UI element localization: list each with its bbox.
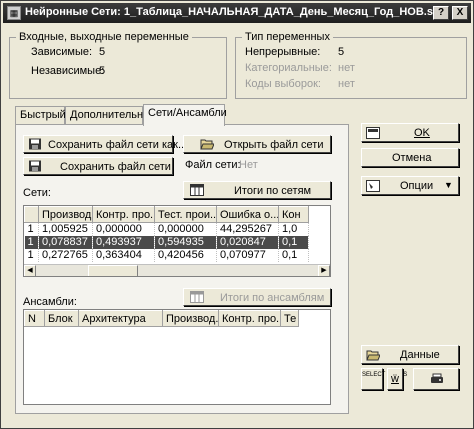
ensembles-summary-label: Итоги по ансамблям	[220, 292, 325, 304]
independent-value: 5	[99, 65, 106, 77]
ok-label: OK	[414, 127, 430, 139]
printer-icon	[431, 373, 443, 383]
app-icon: ▦	[7, 6, 21, 20]
save-network-label: Сохранить файл сети	[60, 161, 171, 173]
network-file-label: Файл сети:	[185, 159, 241, 171]
options-icon	[366, 180, 380, 192]
table-row[interactable]: 1 0,272765 0,363404 0,420456 0,070977 0,1	[24, 248, 309, 262]
table-cell: 0,070977	[216, 248, 279, 262]
ok-button[interactable]: OK	[361, 123, 459, 142]
data-label: Данные	[400, 349, 440, 361]
categorical-label: Категориальные:	[245, 62, 332, 74]
table-cell: 1,0	[278, 222, 309, 236]
table-cell: 0,493937	[92, 235, 155, 249]
folder-open-icon	[200, 139, 214, 150]
title-bar: ▦ Нейронные Сети: 1_Таблица_НАЧАЛЬНАЯ_ДА…	[3, 3, 471, 23]
codes-value: нет	[338, 78, 355, 90]
table-cell: 0,000000	[154, 222, 217, 236]
table-cell: 0,594935	[154, 235, 217, 249]
networks-column-header[interactable]: Тест. прои...	[154, 206, 217, 223]
floppy-icon	[29, 160, 41, 172]
table-cell: 0,1	[278, 248, 309, 262]
ensembles-column-header[interactable]: Производ...	[162, 310, 219, 327]
ensembles-table[interactable]: NБлокАрхитектураПроизвод...Контр. про...…	[23, 309, 331, 405]
tab-advanced[interactable]: Дополнительно	[65, 106, 149, 125]
table-cell: 1,005925	[38, 222, 93, 236]
dependent-value: 5	[99, 46, 106, 58]
networks-hscrollbar[interactable]: ◀ ▶	[24, 264, 330, 276]
ensembles-column-header[interactable]: Контр. про...	[218, 310, 281, 327]
networks-label: Сети:	[23, 187, 51, 199]
networks-column-header[interactable]: Кон	[278, 206, 309, 223]
table-cell: 0,078837	[38, 235, 93, 249]
table-cell: 0,420456	[154, 248, 217, 262]
options-button[interactable]: Опции ▼	[361, 176, 459, 195]
print-button[interactable]	[413, 368, 459, 390]
open-network-button[interactable]: Открыть файл сети	[183, 135, 331, 153]
weight-button[interactable]: ẅ	[387, 368, 403, 390]
networks-column-header[interactable]: Ошибка о...	[216, 206, 279, 223]
network-file-value: Нет	[239, 159, 258, 171]
cancel-button[interactable]: Отмена	[361, 148, 459, 167]
continuous-label: Непрерывные:	[245, 46, 321, 58]
save-network-button[interactable]: Сохранить файл сети	[23, 157, 173, 175]
floppy-icon	[29, 138, 41, 150]
vartype-group-title: Тип переменных	[242, 31, 333, 43]
table-cell: 0,363404	[92, 248, 155, 262]
ensembles-label: Ансамбли:	[23, 296, 77, 308]
tab-networks-ensembles[interactable]: Сети/Ансамбли	[143, 104, 227, 126]
networks-table[interactable]: Производ...Контр. про...Тест. прои...Оши…	[23, 205, 331, 277]
scroll-thumb[interactable]	[88, 265, 138, 276]
window-title: Нейронные Сети: 1_Таблица_НАЧАЛЬНАЯ_ДАТА…	[25, 6, 443, 18]
table-cell: 0,1	[278, 235, 309, 249]
scroll-left-icon[interactable]: ◀	[24, 265, 36, 276]
save-network-as-button[interactable]: Сохранить файл сети как...	[23, 135, 187, 153]
categorical-value: нет	[338, 62, 355, 74]
ensembles-column-header[interactable]: Те	[280, 310, 299, 327]
table-cell: 44,295267	[216, 222, 279, 236]
open-network-label: Открыть файл сети	[224, 139, 324, 151]
help-button[interactable]: ?	[433, 6, 449, 20]
networks-column-header[interactable]	[24, 206, 39, 223]
chevron-down-icon: ▼	[444, 180, 453, 190]
data-button[interactable]: Данные	[361, 345, 459, 364]
table-cell: 0,020847	[216, 235, 279, 249]
tab-quick[interactable]: Быстрый	[15, 106, 66, 125]
table-icon	[190, 291, 204, 303]
networks-column-header[interactable]: Производ...	[38, 206, 93, 223]
networks-summary-label: Итоги по сетям	[234, 185, 312, 197]
dependent-label: Зависимые:	[31, 46, 93, 58]
networks-table-grid: Производ...Контр. про...Тест. прои...Оши…	[24, 206, 309, 262]
ensembles-column-header[interactable]: N	[24, 310, 45, 327]
save-network-as-label: Сохранить файл сети как...	[48, 139, 188, 151]
independent-label: Независимые:	[31, 65, 105, 77]
table-icon	[190, 184, 204, 196]
table-row[interactable]: 1 1,005925 0,000000 0,000000 44,295267 1,0	[24, 222, 309, 236]
cancel-label: Отмена	[392, 152, 432, 164]
io-group-title: Входные, выходные переменные	[16, 31, 192, 43]
scroll-right-icon[interactable]: ▶	[318, 265, 330, 276]
table-cell: 0,272765	[38, 248, 93, 262]
ensembles-summary-button[interactable]: Итоги по ансамблям	[183, 288, 331, 306]
table-row[interactable]: 1 0,078837 0,493937 0,594935 0,020847 0,1	[24, 235, 309, 249]
ok-icon	[366, 127, 380, 139]
ensembles-table-grid: NБлокАрхитектураПроизвод...Контр. про...…	[24, 310, 299, 327]
ensembles-column-header[interactable]: Архитектура	[78, 310, 163, 327]
codes-label: Коды выборок:	[245, 78, 321, 90]
dialog-window: ▦ Нейронные Сети: 1_Таблица_НАЧАЛЬНАЯ_ДА…	[0, 0, 474, 429]
ensembles-column-header[interactable]: Блок	[44, 310, 79, 327]
table-cell: 1	[24, 248, 39, 262]
table-cell: 1	[24, 222, 39, 236]
options-label: Опции	[400, 180, 434, 192]
table-cell: 1	[24, 235, 39, 249]
folder-open-icon	[366, 350, 380, 361]
networks-summary-button[interactable]: Итоги по сетям	[183, 181, 331, 199]
networks-column-header[interactable]: Контр. про...	[92, 206, 155, 223]
close-button[interactable]: X	[452, 6, 468, 20]
continuous-value: 5	[338, 46, 345, 58]
table-cell: 0,000000	[92, 222, 155, 236]
select-cases-button[interactable]: SELECT CASES	[361, 368, 407, 390]
